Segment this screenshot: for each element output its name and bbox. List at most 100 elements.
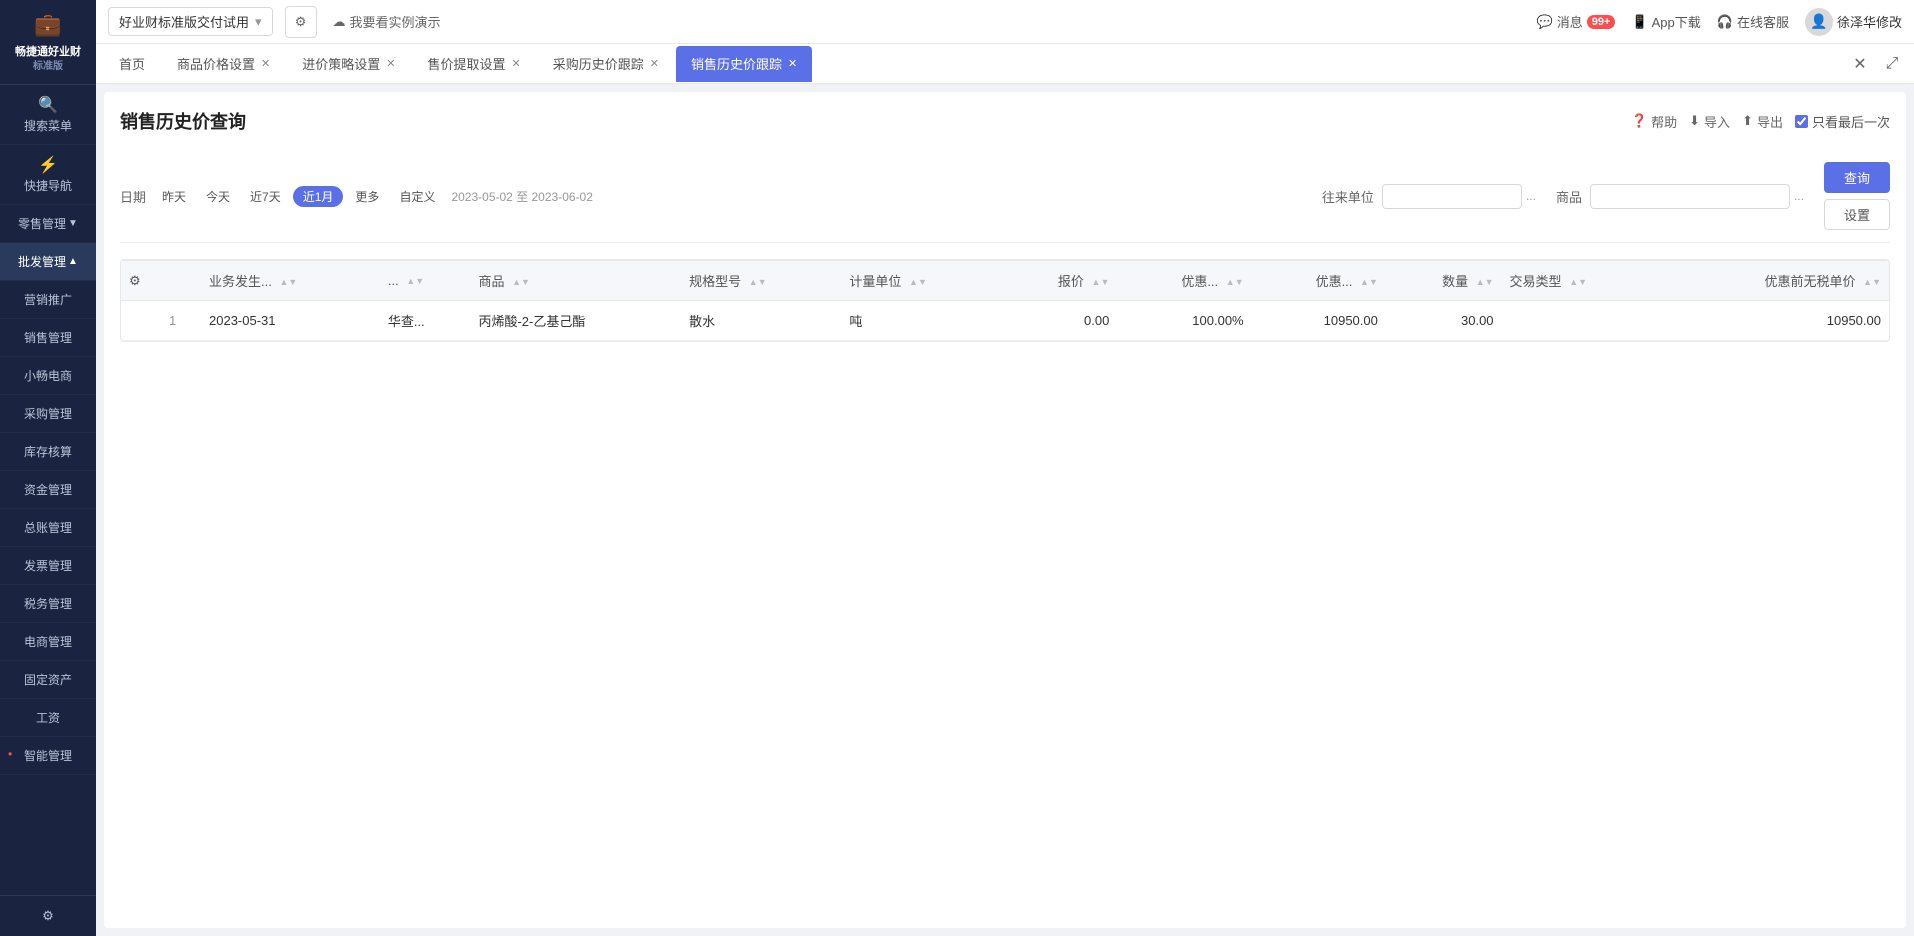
tab-bar: 首页 商品价格设置 ✕ 进价策略设置 ✕ 售价提取设置 ✕ 采购历史价跟踪 ✕ … — [96, 44, 1914, 84]
content-area: 销售历史价查询 ❓ 帮助 ⬇ 导入 ⬆ 导出 只看最后一次 — [104, 92, 1906, 928]
sidebar-item-ecommerce-small[interactable]: 小畅电商 — [0, 357, 96, 395]
row-qty: 30.00 — [1386, 301, 1502, 341]
partner-filter-group: 往来单位 ... — [1322, 184, 1536, 209]
col-price[interactable]: 报价 ▲▼ — [1002, 261, 1118, 301]
only-last-checkbox-label[interactable]: 只看最后一次 — [1795, 112, 1890, 131]
sidebar-item-sales[interactable]: 销售管理 — [0, 319, 96, 357]
tab-purchase-history[interactable]: 采购历史价跟踪 ✕ — [538, 46, 674, 82]
only-last-checkbox[interactable] — [1795, 115, 1808, 128]
col-spec[interactable]: 规格型号 ▲▼ — [681, 261, 841, 301]
sidebar-item-purchase[interactable]: 采购管理 — [0, 395, 96, 433]
sidebar-item-retail[interactable]: 零售管理 ▼ — [0, 205, 96, 243]
col-product[interactable]: 商品 ▲▼ — [470, 261, 681, 301]
sidebar-item-finance[interactable]: 资金管理 — [0, 471, 96, 509]
sidebar-item-ecommerce[interactable]: 电商管理 — [0, 623, 96, 661]
product-label: 商品 — [1556, 187, 1582, 206]
date-option-more[interactable]: 更多 — [347, 186, 387, 207]
col-discount-amt[interactable]: 优惠... ▲▼ — [1252, 261, 1386, 301]
row-index: 1 — [161, 301, 201, 341]
row-product: 丙烯酸-2-乙基己酯 — [470, 301, 681, 341]
sidebar-item-marketing[interactable]: 营销推广 — [0, 281, 96, 319]
tab-price-settings-close[interactable]: ✕ — [261, 57, 270, 70]
col-gear[interactable]: ⚙ — [121, 261, 161, 301]
product-input[interactable] — [1590, 184, 1790, 209]
date-option-today[interactable]: 今天 — [198, 186, 238, 207]
date-option-last7[interactable]: 近7天 — [242, 186, 289, 207]
product-more-btn[interactable]: ... — [1794, 189, 1804, 203]
tab-price-settings[interactable]: 商品价格设置 ✕ — [162, 46, 285, 82]
col-date[interactable]: 业务发生... ▲▼ — [201, 261, 380, 301]
config-btn[interactable]: ⚙ — [285, 6, 317, 38]
message-btn[interactable]: 💬 消息 99+ — [1537, 12, 1616, 31]
sidebar-item-inventory[interactable]: 库存核算 — [0, 433, 96, 471]
partner-input-group: ... — [1382, 184, 1536, 209]
export-link[interactable]: ⬆ 导出 — [1742, 112, 1783, 131]
company-selector[interactable]: 好业财标准版交付试用 ▾ — [108, 7, 273, 36]
wholesale-arrow: ▲ — [68, 256, 78, 267]
tab-sales-history[interactable]: 销售历史价跟踪 ✕ — [676, 46, 812, 82]
settings-btn[interactable]: 设置 — [1824, 199, 1890, 230]
tab-sales-history-close[interactable]: ✕ — [788, 57, 797, 70]
col-extra[interactable]: ... ▲▼ — [380, 261, 471, 301]
date-option-yesterday[interactable]: 昨天 — [154, 186, 194, 207]
col-pretax-price[interactable]: 优惠前无税单价 ▲▼ — [1662, 261, 1889, 301]
row-trade-type — [1502, 301, 1662, 341]
row-price: 0.00 — [1002, 301, 1118, 341]
logo-icon: 💼 — [8, 10, 88, 41]
sidebar-item-quicknav[interactable]: ⚡ 快捷导航 — [0, 145, 96, 205]
col-discount-rate[interactable]: 优惠... ▲▼ — [1117, 261, 1251, 301]
product-input-group: ... — [1590, 184, 1804, 209]
tab-purchase-history-close[interactable]: ✕ — [650, 57, 659, 70]
tab-price-extract-close[interactable]: ✕ — [512, 57, 521, 70]
app-version: 标准版 — [8, 60, 88, 74]
headset-icon: 🎧 — [1717, 14, 1733, 30]
demo-link[interactable]: ☁ 我要看实例演示 — [333, 12, 441, 31]
sidebar-item-smart[interactable]: 智能管理 — [0, 737, 96, 775]
online-service-btn[interactable]: 🎧 在线客服 — [1717, 12, 1789, 31]
user-info[interactable]: 👤 徐泽华修改 — [1805, 8, 1902, 36]
extra-sort-icon: ▲▼ — [406, 277, 424, 286]
sidebar-item-ledger[interactable]: 总账管理 — [0, 509, 96, 547]
sidebar-item-payroll[interactable]: 工资 — [0, 699, 96, 737]
sidebar-item-invoice[interactable]: 发票管理 — [0, 547, 96, 585]
tab-purchase-strategy[interactable]: 进价策略设置 ✕ — [287, 46, 410, 82]
price-sort-icon: ▲▼ — [1092, 278, 1110, 287]
table-body: 1 2023-05-31 华查... 丙烯酸-2-乙基己酯 散水 吨 0.00 … — [121, 301, 1889, 341]
tab-home[interactable]: 首页 — [104, 46, 160, 82]
tab-price-extract[interactable]: 售价提取设置 ✕ — [412, 46, 535, 82]
col-trade-type[interactable]: 交易类型 ▲▼ — [1502, 261, 1662, 301]
table-header: ⚙ 业务发生... ▲▼ ... ▲▼ 商品 ▲▼ — [121, 261, 1889, 301]
product-filter-group: 商品 ... — [1556, 184, 1804, 209]
sidebar-item-wholesale[interactable]: 批发管理 ▲ — [0, 243, 96, 281]
col-qty[interactable]: 数量 ▲▼ — [1386, 261, 1502, 301]
date-option-custom[interactable]: 自定义 — [391, 186, 443, 207]
partner-input[interactable] — [1382, 184, 1522, 209]
top-bar: 好业财标准版交付试用 ▾ ⚙ ☁ 我要看实例演示 💬 消息 99+ 📱 App下… — [96, 0, 1914, 44]
col-unit[interactable]: 计量单位 ▲▼ — [841, 261, 1001, 301]
sidebar-item-search[interactable]: 🔍 搜索菜单 — [0, 85, 96, 145]
discount-rate-sort-icon: ▲▼ — [1226, 278, 1244, 287]
app-download-btn[interactable]: 📱 App下载 — [1631, 12, 1700, 31]
date-option-last1m[interactable]: 近1月 — [293, 186, 344, 207]
retail-icon: 零售管理 — [18, 215, 66, 232]
sidebar-settings-btn[interactable]: ⚙ — [0, 895, 96, 936]
message-badge: 99+ — [1587, 15, 1616, 29]
sidebar-item-tax[interactable]: 税务管理 — [0, 585, 96, 623]
partner-more-btn[interactable]: ... — [1526, 189, 1536, 203]
sidebar-item-fixed-assets[interactable]: 固定资产 — [0, 661, 96, 699]
settings-icon: ⚙ — [42, 908, 54, 923]
tab-purchase-strategy-close[interactable]: ✕ — [386, 57, 395, 70]
avatar: 👤 — [1805, 8, 1833, 36]
page-actions: ❓ 帮助 ⬇ 导入 ⬆ 导出 只看最后一次 — [1631, 112, 1890, 131]
top-bar-right: 💬 消息 99+ 📱 App下载 🎧 在线客服 👤 徐泽华修改 — [1537, 8, 1902, 36]
tab-maximize-btn[interactable]: ⤢ — [1878, 50, 1906, 78]
import-link[interactable]: ⬇ 导入 — [1689, 112, 1730, 131]
row-discount-amt: 10950.00 — [1252, 301, 1386, 341]
query-btn[interactable]: 查询 — [1824, 162, 1890, 193]
wholesale-icon: 批发管理 — [18, 253, 66, 270]
company-name: 好业财标准版交付试用 — [119, 12, 249, 31]
row-gear[interactable] — [121, 301, 161, 341]
data-table: ⚙ 业务发生... ▲▼ ... ▲▼ 商品 ▲▼ — [121, 260, 1889, 341]
tab-close-btn[interactable]: ✕ — [1846, 50, 1874, 78]
help-link[interactable]: ❓ 帮助 — [1631, 112, 1677, 131]
